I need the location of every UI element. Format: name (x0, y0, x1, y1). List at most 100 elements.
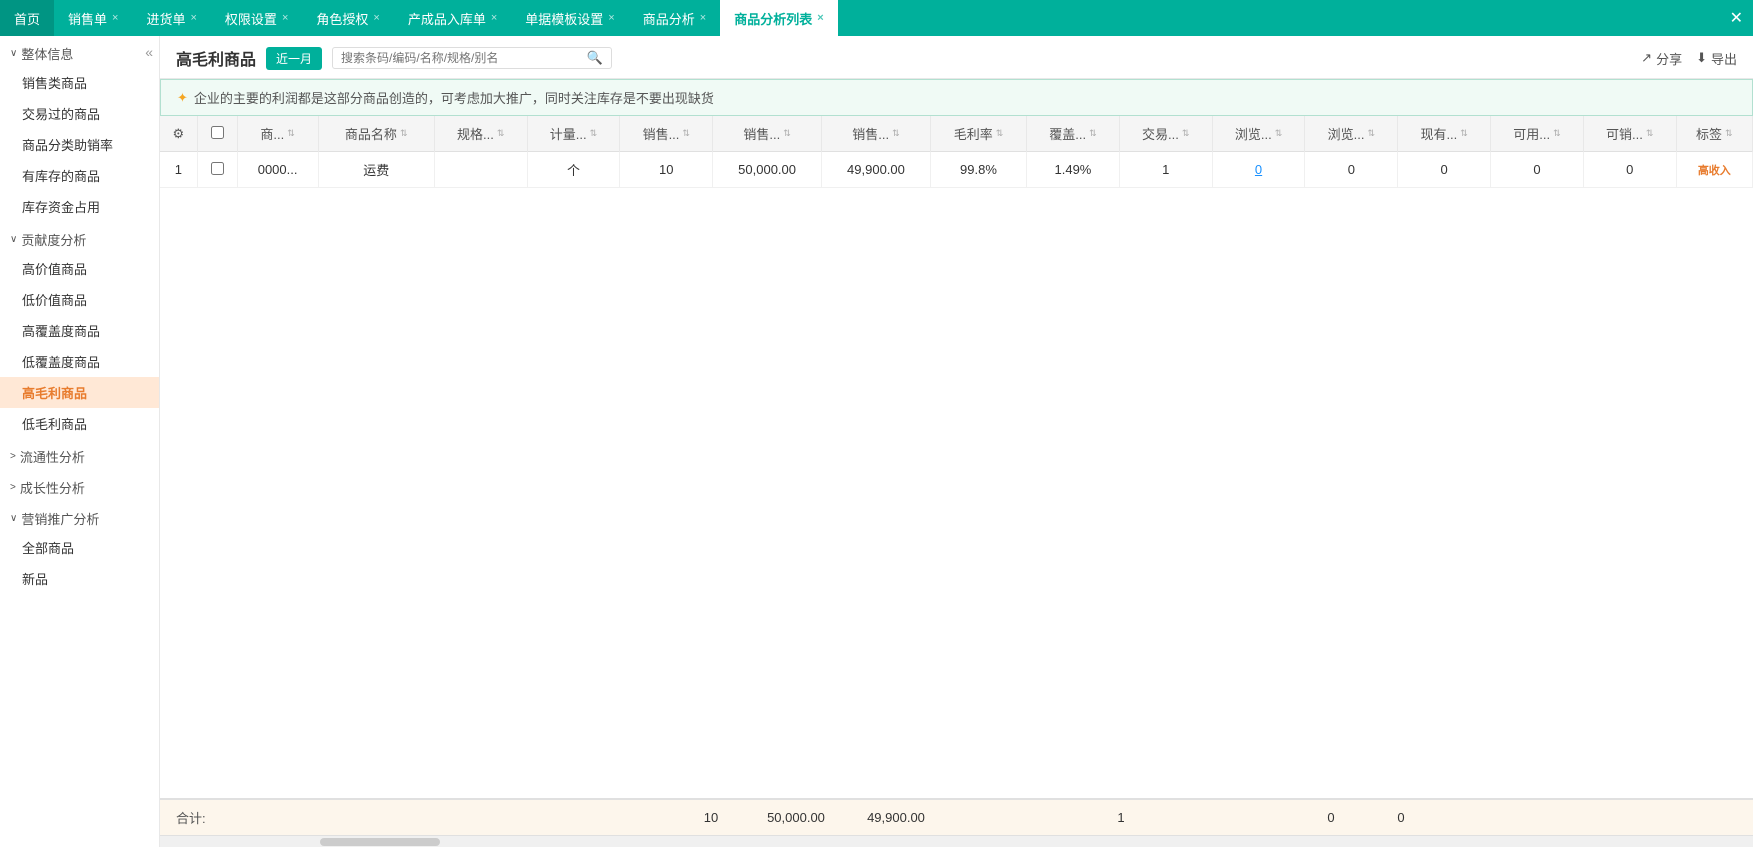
topbar-item-6[interactable]: 单据模板设置 × (511, 0, 628, 36)
sidebar-item-1-2[interactable]: 高覆盖度商品 (0, 315, 159, 346)
sidebar-section-arrow-2: > (10, 451, 16, 462)
footer-cell-sales_amount: 50,000.00 (746, 810, 846, 825)
sort-icon-available[interactable]: ⇅ (1553, 128, 1561, 139)
sort-icon-sales_profit[interactable]: ⇅ (892, 128, 900, 139)
sort-icon-spec[interactable]: ⇅ (497, 128, 505, 139)
sort-icon-trade[interactable]: ⇅ (1182, 128, 1190, 139)
search-input[interactable] (341, 51, 587, 65)
sidebar-item-label-0-1: 交易过的商品 (22, 107, 100, 122)
sort-icon-current[interactable]: ⇅ (1460, 128, 1468, 139)
sidebar-item-0-0[interactable]: 销售类商品 (0, 67, 159, 98)
sidebar-item-1-5[interactable]: 低毛利商品 (0, 408, 159, 439)
topbar-close-icon-3[interactable]: × (282, 12, 288, 24)
col-header-current: 现有...⇅ (1398, 116, 1491, 152)
share-icon: ↗ (1641, 50, 1652, 66)
sidebar-item-4-0[interactable]: 全部商品 (0, 532, 159, 563)
topbar-item-8[interactable]: 商品分析列表 × (720, 0, 837, 36)
sidebar-section-2[interactable]: >流通性分析 (0, 439, 159, 470)
sidebar-item-label-1-2: 高覆盖度商品 (22, 324, 100, 339)
topbar-item-label-8: 商品分析列表 (734, 9, 812, 28)
topbar-close-icon-7[interactable]: × (700, 12, 706, 24)
col-label-sales_qty: 销售...⇅ (626, 124, 706, 143)
col-header-settings[interactable]: ⚙ (160, 116, 197, 152)
sidebar-collapse-btn[interactable]: « (145, 44, 153, 60)
topbar-item-3[interactable]: 权限设置 × (211, 0, 302, 36)
settings-col-icon[interactable]: ⚙ (166, 126, 191, 142)
sidebar-section-3[interactable]: >成长性分析 (0, 470, 159, 501)
search-icon[interactable]: 🔍 (587, 50, 603, 66)
col-header-sales_qty: 销售...⇅ (620, 116, 713, 152)
bottom-scrollbar[interactable] (160, 835, 1753, 847)
topbar-close-icon-1[interactable]: × (112, 12, 118, 24)
sidebar-section-1[interactable]: ∨贡献度分析 (0, 222, 159, 253)
view-link-0[interactable]: 0 (1255, 162, 1262, 177)
sort-icon-unit[interactable]: ⇅ (590, 128, 598, 139)
sort-icon-sales_qty[interactable]: ⇅ (682, 128, 690, 139)
share-button[interactable]: ↗ 分享 (1641, 49, 1682, 68)
footer-cell-sales_profit: 49,900.00 (846, 810, 946, 825)
col-header-sales_amount: 销售...⇅ (713, 116, 822, 152)
sidebar-item-0-3[interactable]: 有库存的商品 (0, 160, 159, 191)
topbar-close-icon-5[interactable]: × (491, 12, 497, 24)
close-all-icon[interactable]: ✕ (1730, 8, 1743, 28)
cell-saleable-0: 0 (1583, 152, 1676, 188)
topbar-item-label-0: 首页 (14, 9, 40, 28)
header-actions: ↗ 分享 ⬇ 导出 (1641, 49, 1737, 68)
time-filter-button[interactable]: 近一月 (266, 47, 322, 70)
topbar-item-label-3: 权限设置 (225, 9, 277, 28)
sort-icon-tag[interactable]: ⇅ (1725, 128, 1733, 139)
topbar-item-0[interactable]: 首页 (0, 0, 54, 36)
topbar-item-label-6: 单据模板设置 (525, 9, 603, 28)
col-label-sales_amount: 销售...⇅ (719, 124, 815, 143)
topbar-item-5[interactable]: 产成品入库单 × (394, 0, 511, 36)
page-title: 高毛利商品 (176, 46, 256, 70)
topbar-close-icon-4[interactable]: × (373, 12, 379, 24)
row-checkbox-0[interactable] (211, 162, 224, 175)
col-label-coverage: 覆盖...⇅ (1033, 124, 1113, 143)
topbar-item-4[interactable]: 角色授权 × (302, 0, 393, 36)
sidebar-section-arrow-4: ∨ (10, 513, 17, 524)
topbar-item-label-5: 产成品入库单 (408, 9, 486, 28)
col-label-gross_margin: 毛利率⇅ (937, 124, 1020, 143)
table-row: 10000...运费个1050,000.0049,900.0099.8%1.49… (160, 152, 1753, 188)
topbar-item-2[interactable]: 进货单 × (132, 0, 210, 36)
table-wrap: ⚙商...⇅商品名称⇅规格...⇅计量...⇅销售...⇅销售...⇅销售...… (160, 116, 1753, 798)
topbar-item-label-1: 销售单 (68, 9, 107, 28)
topbar: 首页销售单 ×进货单 ×权限设置 ×角色授权 ×产成品入库单 ×单据模板设置 ×… (0, 0, 1753, 36)
sort-icon-view1[interactable]: ⇅ (1275, 128, 1283, 139)
col-header-checkbox[interactable] (197, 116, 237, 152)
sidebar-section-0[interactable]: ∨整体信息 (0, 36, 159, 67)
cell-code-0: 0000... (237, 152, 318, 188)
sidebar-section-4[interactable]: ∨营销推广分析 (0, 501, 159, 532)
footer-cell-available: 0 (1366, 810, 1436, 825)
sort-icon-coverage[interactable]: ⇅ (1089, 128, 1097, 139)
sidebar-item-1-3[interactable]: 低覆盖度商品 (0, 346, 159, 377)
sort-icon-gross_margin[interactable]: ⇅ (996, 128, 1004, 139)
sort-icon-sales_amount[interactable]: ⇅ (783, 128, 791, 139)
col-header-name: 商品名称⇅ (318, 116, 434, 152)
sort-icon-name[interactable]: ⇅ (400, 128, 408, 139)
export-button[interactable]: ⬇ 导出 (1696, 49, 1737, 68)
scrollbar-thumb (320, 838, 440, 846)
sort-icon-view2[interactable]: ⇅ (1367, 128, 1375, 139)
sidebar-item-0-1[interactable]: 交易过的商品 (0, 98, 159, 129)
sort-icon-code[interactable]: ⇅ (287, 128, 295, 139)
col-label-current: 现有...⇅ (1404, 124, 1484, 143)
topbar-close-icon-8[interactable]: × (817, 12, 823, 24)
sidebar-item-4-1[interactable]: 新品 (0, 563, 159, 594)
sidebar-item-1-4[interactable]: 高毛利商品 (0, 377, 159, 408)
sort-icon-saleable[interactable]: ⇅ (1646, 128, 1654, 139)
sidebar-item-0-4[interactable]: 库存资金占用 (0, 191, 159, 222)
select-all-checkbox[interactable] (211, 126, 224, 139)
sidebar: « ∨整体信息销售类商品交易过的商品商品分类助销率有库存的商品库存资金占用∨贡献… (0, 36, 160, 847)
sidebar-item-0-2[interactable]: 商品分类助销率 (0, 129, 159, 160)
topbar-close-icon-6[interactable]: × (608, 12, 614, 24)
topbar-close-icon-2[interactable]: × (190, 12, 196, 24)
sidebar-item-1-1[interactable]: 低价值商品 (0, 284, 159, 315)
main-layout: « ∨整体信息销售类商品交易过的商品商品分类助销率有库存的商品库存资金占用∨贡献… (0, 36, 1753, 847)
topbar-item-7[interactable]: 商品分析 × (629, 0, 720, 36)
footer-cell-current: 0 (1296, 810, 1366, 825)
sidebar-item-1-0[interactable]: 高价值商品 (0, 253, 159, 284)
cell-spec-0 (434, 152, 527, 188)
topbar-item-1[interactable]: 销售单 × (54, 0, 132, 36)
